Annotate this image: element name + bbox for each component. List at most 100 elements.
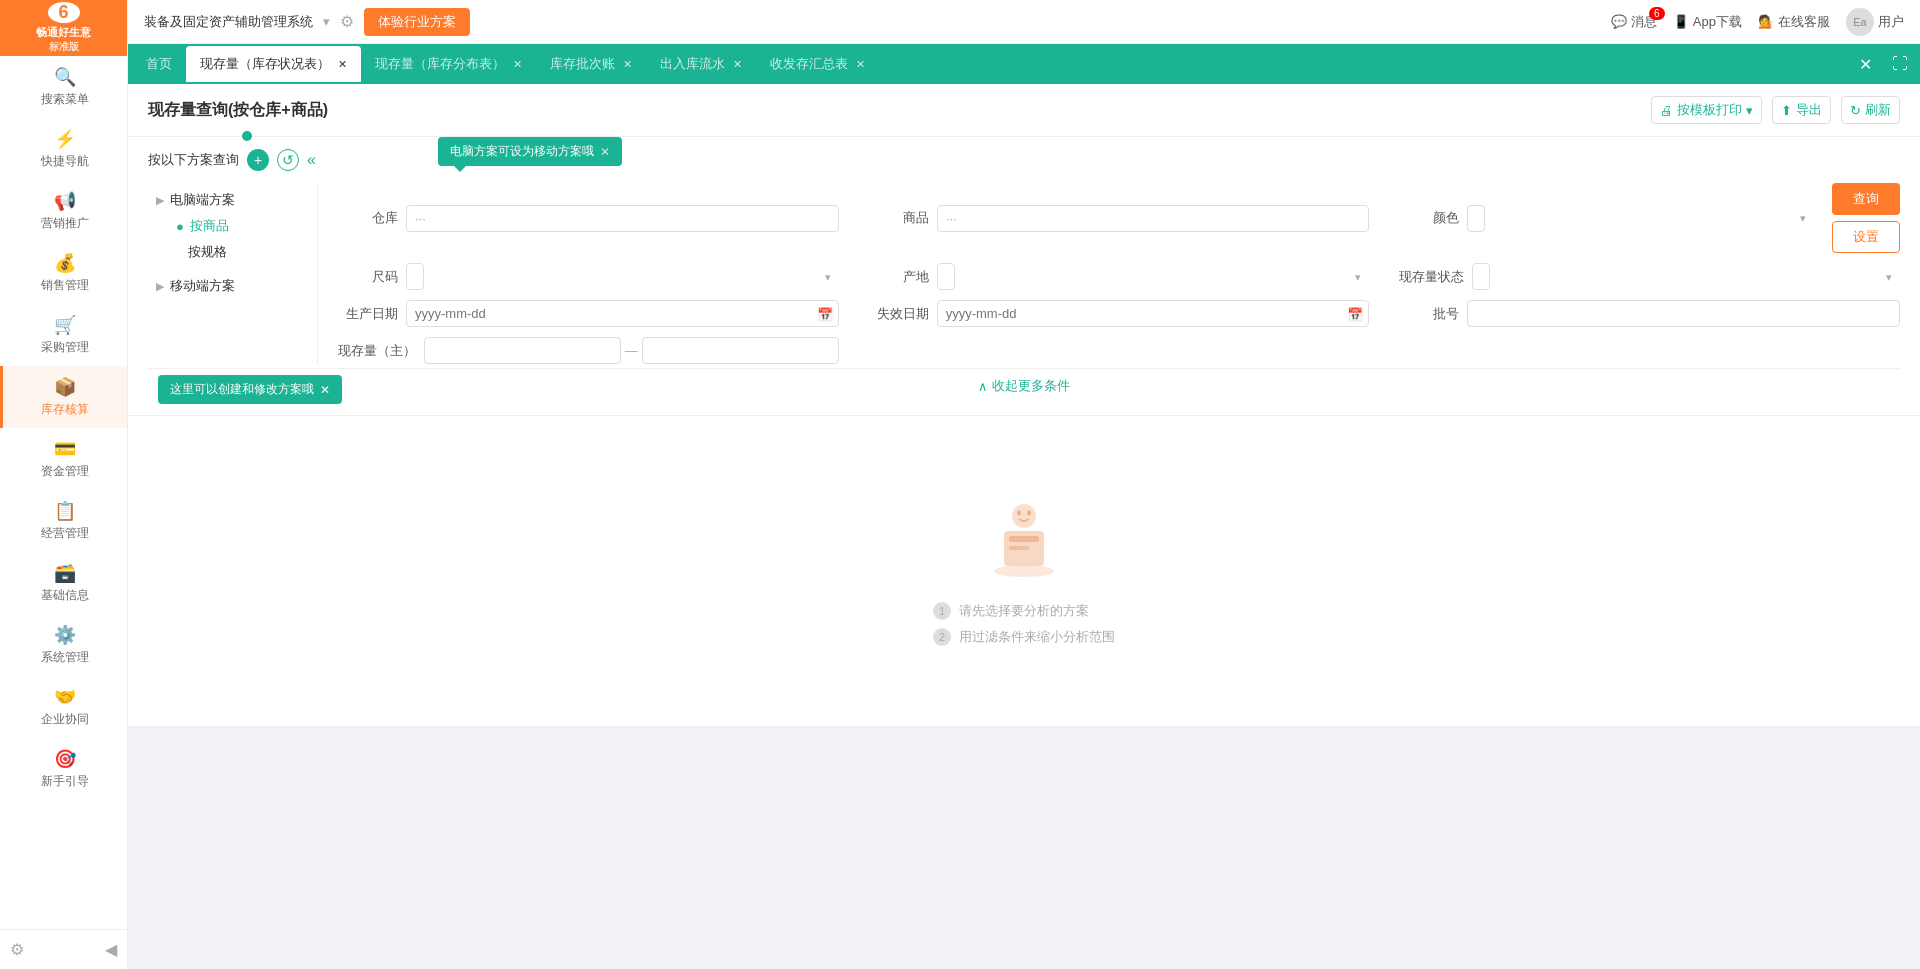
filter-header: 按以下方案查询 + ↺ « 电脑方案可设为移动方案哦 ✕ xyxy=(148,149,1900,171)
export-button[interactable]: ⬆ 导出 xyxy=(1772,96,1831,124)
sidebar-item-label: 营销推广 xyxy=(41,215,89,232)
scheme-tree-mobile[interactable]: ▶ 移动端方案 xyxy=(148,273,307,299)
sidebar-item-inventory[interactable]: 📦 库存核算 xyxy=(0,366,127,428)
reset-button[interactable]: 设置 xyxy=(1832,221,1900,253)
sidebar-item-label: 企业协同 xyxy=(41,711,89,728)
goods-select[interactable]: ··· xyxy=(937,205,1370,232)
tab-home[interactable]: 首页 xyxy=(132,46,186,82)
origin-label: 产地 xyxy=(869,268,929,286)
sidebar-item-search[interactable]: 🔍 搜索菜单 xyxy=(0,56,127,118)
logo-icon: 6 xyxy=(48,2,80,23)
tab-inventory-status[interactable]: 现存量（库存状况表） ✕ xyxy=(186,46,361,82)
prod-date-input[interactable] xyxy=(406,300,839,327)
batch-input[interactable] xyxy=(1467,300,1900,327)
enterprise-icon: 🤝 xyxy=(54,686,76,708)
sidebar-item-base[interactable]: 🗃️ 基础信息 xyxy=(0,552,127,614)
exp-date-input[interactable] xyxy=(937,300,1370,327)
header-right: 💬 消息 6 📱 App下载 💁 在线客服 Ea 用户 xyxy=(1611,8,1904,36)
qty-max-input[interactable] xyxy=(642,337,839,364)
header: 装备及固定资产辅助管理系统 ▾ ⚙ 体验行业方案 💬 消息 6 📱 App下载 … xyxy=(128,0,1920,44)
sidebar-item-quicknav[interactable]: ⚡ 快捷导航 xyxy=(0,118,127,180)
avatar: Ea xyxy=(1846,8,1874,36)
sidebar-item-finance[interactable]: 💳 资金管理 xyxy=(0,428,127,490)
tree-expand-icon: ▶ xyxy=(156,194,164,207)
close-all-button[interactable]: ✕ xyxy=(1851,51,1880,78)
filter-area: 按以下方案查询 + ↺ « 电脑方案可设为移动方案哦 ✕ ▶ 电脑端方案 xyxy=(128,137,1920,416)
selected-indicator: ● xyxy=(176,219,184,234)
size-label: 尺码 xyxy=(338,268,398,286)
tab-close-icon[interactable]: ✕ xyxy=(856,58,865,71)
tooltip2-text: 这里可以创建和修改方案哦 xyxy=(170,381,314,398)
scheme-by-goods[interactable]: ● 按商品 xyxy=(168,213,307,239)
gear-icon[interactable]: ⚙ xyxy=(340,12,354,31)
tooltip2-close-button[interactable]: ✕ xyxy=(320,383,330,397)
goods-label: 商品 xyxy=(869,209,929,227)
svg-point-0 xyxy=(994,565,1054,577)
query-button[interactable]: 查询 xyxy=(1832,183,1900,215)
filter-row-prod-date: 生产日期 xyxy=(338,300,839,327)
filter-label: 按以下方案查询 xyxy=(148,151,239,169)
search-icon: 🔍 xyxy=(54,66,76,88)
filter-cycle-button[interactable]: ↺ xyxy=(277,149,299,171)
sidebar-item-operations[interactable]: 📋 经营管理 xyxy=(0,490,127,552)
sidebar-item-label: 资金管理 xyxy=(41,463,89,480)
phone-icon: 📱 xyxy=(1673,14,1689,29)
sidebar-item-sales[interactable]: 💰 销售管理 xyxy=(0,242,127,304)
filter-more-button[interactable]: ∧ 收起更多条件 xyxy=(148,368,1900,403)
operations-icon: 📋 xyxy=(54,500,76,522)
refresh-button[interactable]: ↻ 刷新 xyxy=(1841,96,1900,124)
origin-select[interactable] xyxy=(937,263,955,290)
warehouse-select[interactable]: ··· xyxy=(406,205,839,232)
print-label: 按模板打印 xyxy=(1677,101,1742,119)
empty-illustration xyxy=(979,496,1069,586)
tab-inventory-dist[interactable]: 现存量（库存分布表） ✕ xyxy=(361,46,536,82)
print-button[interactable]: 🖨 按模板打印 ▾ xyxy=(1651,96,1762,124)
tooltip-close-button[interactable]: ✕ xyxy=(600,145,610,159)
sidebar-item-purchase[interactable]: 🛒 采购管理 xyxy=(0,304,127,366)
tab-inout-flow-label: 出入库流水 xyxy=(660,55,725,73)
settings-button[interactable]: ⚙ xyxy=(10,940,24,959)
scheme-tree-children: ● 按商品 按规格 xyxy=(148,213,307,265)
scheme-desktop-label: 电脑端方案 xyxy=(170,191,235,209)
tab-close-icon[interactable]: ✕ xyxy=(733,58,742,71)
filter-row-qty: 现存量（主） — xyxy=(338,337,839,364)
header-left: 装备及固定资产辅助管理系统 ▾ ⚙ 体验行业方案 xyxy=(144,8,470,36)
sidebar-item-guide[interactable]: 🎯 新手引导 xyxy=(0,738,127,800)
filter-more-label: 收起更多条件 xyxy=(992,377,1070,395)
collapse-button[interactable]: ◀ xyxy=(105,940,117,959)
scheme-by-spec[interactable]: 按规格 xyxy=(168,239,307,265)
sidebar-nav: 🔍 搜索菜单 ⚡ 快捷导航 📢 营销推广 💰 销售管理 🛒 采购管理 📦 库存核… xyxy=(0,56,127,929)
sidebar-item-enterprise[interactable]: 🤝 企业协同 xyxy=(0,676,127,738)
scheme-tree-desktop[interactable]: ▶ 电脑端方案 xyxy=(148,187,307,213)
chevron-up-icon: ∧ xyxy=(978,379,988,394)
fullscreen-button[interactable]: ⛶ xyxy=(1884,51,1916,77)
user-label: 用户 xyxy=(1878,13,1904,31)
tab-close-icon[interactable]: ✕ xyxy=(513,58,522,71)
filter-add-button[interactable]: + xyxy=(247,149,269,171)
tab-close-icon[interactable]: ✕ xyxy=(623,58,632,71)
app-download-button[interactable]: 📱 App下载 xyxy=(1673,13,1742,31)
sidebar-item-label: 快捷导航 xyxy=(41,153,89,170)
tab-inventory-status-label: 现存量（库存状况表） xyxy=(200,55,330,73)
empty-tip-2-text: 用过滤条件来缩小分析范围 xyxy=(959,628,1115,646)
sidebar-item-marketing[interactable]: 📢 营销推广 xyxy=(0,180,127,242)
tab-inventory-dist-label: 现存量（库存分布表） xyxy=(375,55,505,73)
system-icon: ⚙️ xyxy=(54,624,76,646)
inv-status-select[interactable] xyxy=(1472,263,1490,290)
message-button[interactable]: 💬 消息 6 xyxy=(1611,13,1657,31)
sidebar-item-system[interactable]: ⚙️ 系统管理 xyxy=(0,614,127,676)
scheme-goods-label: 按商品 xyxy=(190,217,229,235)
color-select[interactable] xyxy=(1467,205,1485,232)
filter-arrow-button[interactable]: « xyxy=(307,151,316,169)
tab-close-icon[interactable]: ✕ xyxy=(338,58,347,71)
size-select[interactable] xyxy=(406,263,424,290)
tab-inout-flow[interactable]: 出入库流水 ✕ xyxy=(646,46,756,82)
tab-recvship-summary[interactable]: 收发存汇总表 ✕ xyxy=(756,46,879,82)
solution-button[interactable]: 体验行业方案 xyxy=(364,8,470,36)
page-actions: 🖨 按模板打印 ▾ ⬆ 导出 ↻ 刷新 xyxy=(1651,96,1900,124)
user-menu[interactable]: Ea 用户 xyxy=(1846,8,1904,36)
app-name: 畅通好生意 xyxy=(36,25,91,40)
tab-batch-ledger[interactable]: 库存批次账 ✕ xyxy=(536,46,646,82)
qty-min-input[interactable] xyxy=(424,337,621,364)
online-service-button[interactable]: 💁 在线客服 xyxy=(1758,13,1830,31)
